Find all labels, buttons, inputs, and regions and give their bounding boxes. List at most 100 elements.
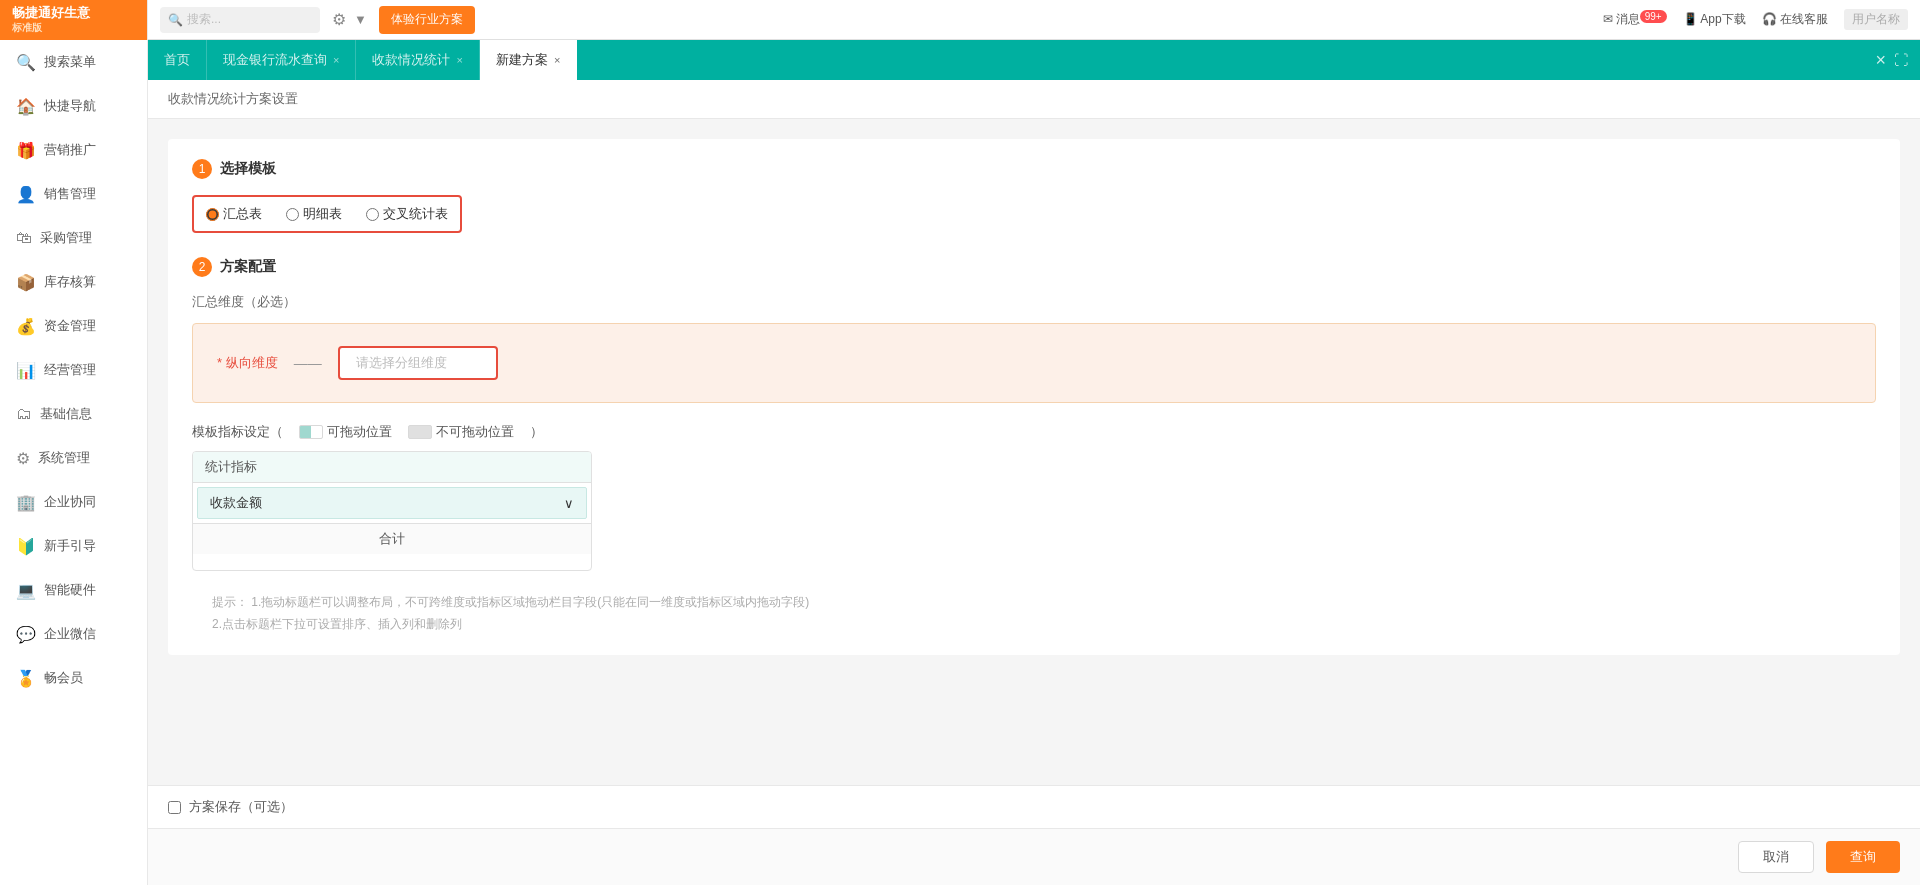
sidebar-item-base-info[interactable]: 🗂 基础信息 bbox=[0, 392, 147, 436]
notifications[interactable]: ✉ 消息 99+ bbox=[1603, 11, 1667, 28]
sidebar-item-guide[interactable]: 🔰 新手引导 bbox=[0, 524, 147, 568]
tab-collection-stats-label: 收款情况统计 bbox=[372, 51, 450, 69]
sidebar-item-marketing[interactable]: 🎁 营销推广 bbox=[0, 128, 147, 172]
metrics-header: 模板指标设定（ 可拖动位置 不可拖动位置 ） bbox=[192, 423, 1876, 441]
marketing-icon: 🎁 bbox=[16, 141, 36, 160]
metrics-title-label: 模板指标设定（ bbox=[192, 423, 283, 441]
step2-section: 2 方案配置 汇总维度（必选） * 纵向维度 —— 请选择分组维度 bbox=[192, 257, 1876, 635]
metrics-table-header: 统计指标 bbox=[193, 452, 591, 483]
tab-new-plan-label: 新建方案 bbox=[496, 51, 548, 69]
tab-bank-flow-label: 现金银行流水查询 bbox=[223, 51, 327, 69]
sidebar-item-label: 智能硬件 bbox=[44, 581, 96, 599]
app-download[interactable]: 📱 App下载 bbox=[1683, 11, 1746, 28]
metrics-cell-name: 收款金额 bbox=[210, 494, 262, 512]
sidebar-item-label: 经营管理 bbox=[44, 361, 96, 379]
support-icon: 🎧 bbox=[1762, 12, 1777, 26]
sidebar-item-label: 快捷导航 bbox=[44, 97, 96, 115]
operations-icon: 📊 bbox=[16, 361, 36, 380]
online-support[interactable]: 🎧 在线客服 bbox=[1762, 11, 1828, 28]
radio-summary-input[interactable] bbox=[206, 208, 219, 221]
radio-cross-label: 交叉统计表 bbox=[383, 205, 448, 223]
save-plan-checkbox[interactable] bbox=[168, 801, 181, 814]
sidebar-item-system[interactable]: ⚙ 系统管理 bbox=[0, 436, 147, 480]
logo-sub: 标准版 bbox=[12, 21, 90, 35]
radio-cross[interactable]: 交叉统计表 bbox=[366, 205, 448, 223]
step1-label: 选择模板 bbox=[220, 160, 276, 178]
radio-detail-input[interactable] bbox=[286, 208, 299, 221]
sidebar-item-label: 企业微信 bbox=[44, 625, 96, 643]
notifications-label: 消息 bbox=[1616, 12, 1640, 26]
save-plan-label[interactable]: 方案保存（可选） bbox=[189, 798, 293, 816]
query-button[interactable]: 查询 bbox=[1826, 841, 1900, 873]
metrics-table: 统计指标 收款金额 ∨ 合计 bbox=[192, 451, 592, 571]
window-maximize-icon[interactable]: ⛶ bbox=[1894, 52, 1908, 68]
no-drag-badge: 不可拖动位置 bbox=[408, 423, 514, 441]
base-info-icon: 🗂 bbox=[16, 405, 32, 423]
hardware-icon: 💻 bbox=[16, 581, 36, 600]
sidebar-item-search-menu[interactable]: 🔍 搜索菜单 bbox=[0, 40, 147, 84]
sidebar-item-inventory[interactable]: 📦 库存核算 bbox=[0, 260, 147, 304]
sidebar: 畅捷通好生意 标准版 🔍 搜索菜单 🏠 快捷导航 🎁 营销推广 👤 销售管理 🛍… bbox=[0, 0, 148, 885]
tip1: 提示： 1.拖动标题栏可以调整布局，不可跨维度或指标区域拖动栏目字段(只能在同一… bbox=[192, 591, 1876, 613]
system-icon: ⚙ bbox=[16, 449, 30, 468]
sidebar-item-enterprise[interactable]: 🏢 企业协同 bbox=[0, 480, 147, 524]
draggable-label: 可拖动位置 bbox=[327, 423, 392, 441]
radio-summary-label: 汇总表 bbox=[223, 205, 262, 223]
chevron-down-icon[interactable]: ∨ bbox=[564, 496, 574, 511]
purchase-icon: 🛍 bbox=[16, 229, 32, 247]
sidebar-item-hardware[interactable]: 💻 智能硬件 bbox=[0, 568, 147, 612]
step1-num: 1 bbox=[192, 159, 212, 179]
dimension-title: 汇总维度（必选） bbox=[192, 293, 1876, 311]
no-drag-label: 不可拖动位置 bbox=[436, 423, 514, 441]
search-icon: 🔍 bbox=[168, 13, 183, 27]
radio-detail[interactable]: 明细表 bbox=[286, 205, 342, 223]
tab-bank-flow[interactable]: 现金银行流水查询 × bbox=[207, 40, 356, 80]
sidebar-item-wechat[interactable]: 💬 企业微信 bbox=[0, 612, 147, 656]
tab-bank-flow-close[interactable]: × bbox=[333, 54, 339, 66]
search-menu-icon: 🔍 bbox=[16, 53, 36, 72]
page-body: 1 选择模板 汇总表 明细表 交叉统计表 bbox=[148, 119, 1920, 785]
sidebar-item-finance[interactable]: 💰 资金管理 bbox=[0, 304, 147, 348]
sidebar-item-label: 畅会员 bbox=[44, 669, 83, 687]
breadcrumb: 收款情况统计方案设置 bbox=[168, 91, 298, 106]
sidebar-item-member[interactable]: 🏅 畅会员 bbox=[0, 656, 147, 700]
tab-collection-stats-close[interactable]: × bbox=[456, 54, 462, 66]
sidebar-item-sales[interactable]: 👤 销售管理 bbox=[0, 172, 147, 216]
member-icon: 🏅 bbox=[16, 669, 36, 688]
tab-home[interactable]: 首页 bbox=[148, 40, 207, 80]
support-label: 在线客服 bbox=[1780, 12, 1828, 26]
close-paren: ） bbox=[530, 423, 543, 441]
metrics-cell-amount[interactable]: 收款金额 ∨ bbox=[197, 487, 587, 519]
sidebar-item-label: 库存核算 bbox=[44, 273, 96, 291]
notification-badge: 99+ bbox=[1640, 10, 1667, 23]
dimension-select[interactable]: 请选择分组维度 bbox=[338, 346, 498, 380]
sales-icon: 👤 bbox=[16, 185, 36, 204]
inventory-icon: 📦 bbox=[16, 273, 36, 292]
tabs-window-actions: × ⛶ bbox=[1863, 40, 1920, 80]
trial-industry-button[interactable]: 体验行业方案 bbox=[379, 6, 475, 34]
topbar-dropdown-icon[interactable]: ▼ bbox=[354, 12, 367, 27]
draggable-badge: 可拖动位置 bbox=[299, 423, 392, 441]
no-drag-indicator bbox=[408, 425, 432, 439]
radio-cross-input[interactable] bbox=[366, 208, 379, 221]
sidebar-item-operations[interactable]: 📊 经营管理 bbox=[0, 348, 147, 392]
sidebar-item-label: 基础信息 bbox=[40, 405, 92, 423]
save-row: 方案保存（可选） bbox=[148, 785, 1920, 828]
step2-num: 2 bbox=[192, 257, 212, 277]
page-header: 收款情况统计方案设置 bbox=[148, 80, 1920, 119]
user-name[interactable]: 用户名称 bbox=[1844, 9, 1908, 30]
window-close-icon[interactable]: × bbox=[1875, 50, 1886, 71]
step1-title: 1 选择模板 bbox=[192, 159, 1876, 179]
cancel-button[interactable]: 取消 bbox=[1738, 841, 1814, 873]
tab-new-plan[interactable]: 新建方案 × bbox=[480, 40, 577, 80]
sidebar-item-label: 系统管理 bbox=[38, 449, 90, 467]
sidebar-item-quick-nav[interactable]: 🏠 快捷导航 bbox=[0, 84, 147, 128]
sidebar-item-purchase[interactable]: 🛍 采购管理 bbox=[0, 216, 147, 260]
tab-collection-stats[interactable]: 收款情况统计 × bbox=[356, 40, 479, 80]
tab-new-plan-close[interactable]: × bbox=[554, 54, 560, 66]
radio-detail-label: 明细表 bbox=[303, 205, 342, 223]
topbar-search[interactable]: 🔍 搜索... bbox=[160, 7, 320, 33]
enterprise-icon: 🏢 bbox=[16, 493, 36, 512]
settings-icon[interactable]: ⚙ bbox=[332, 10, 346, 29]
radio-summary[interactable]: 汇总表 bbox=[206, 205, 262, 223]
